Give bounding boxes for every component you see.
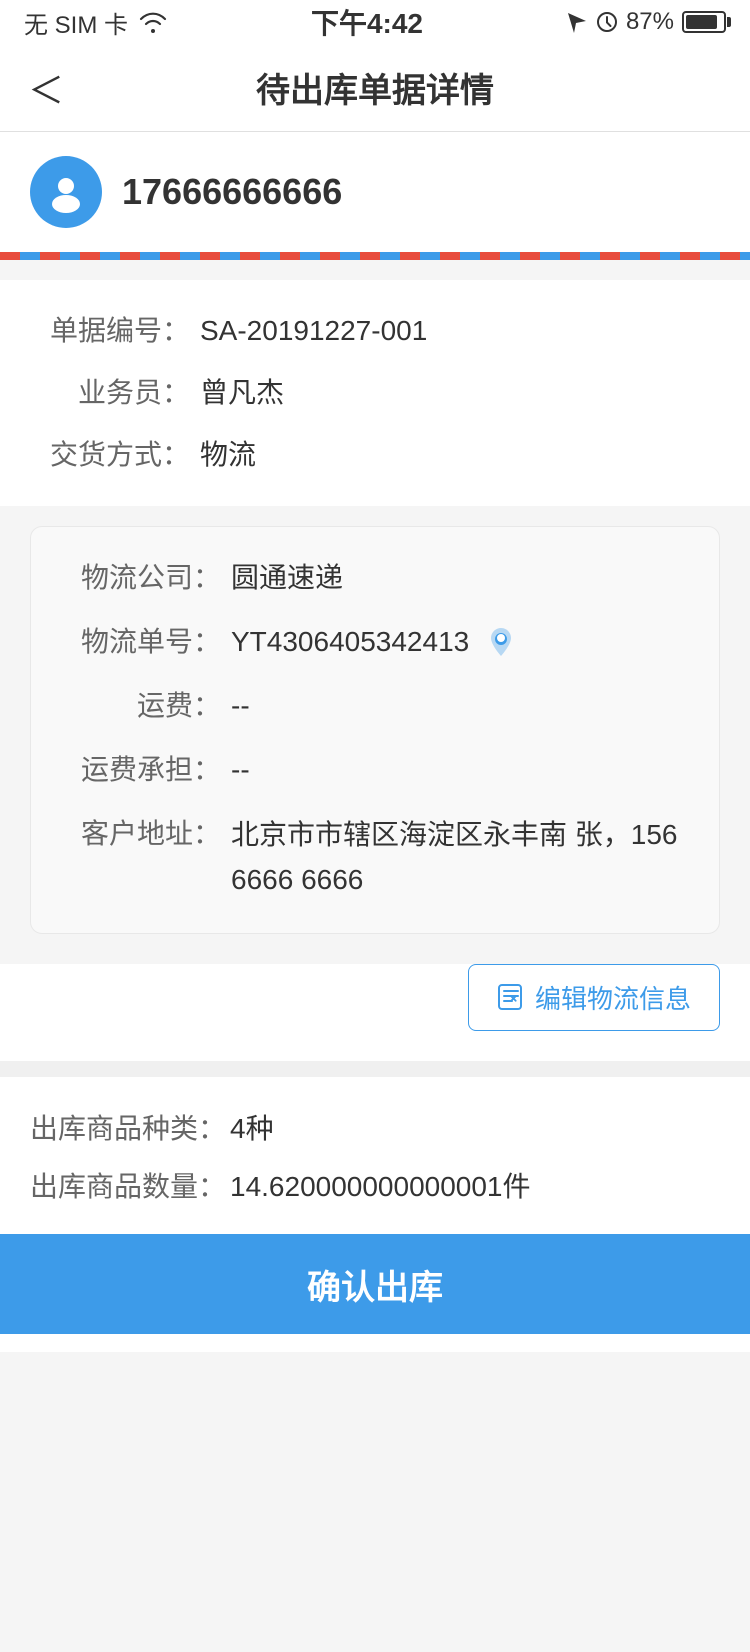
status-bar-time: 下午4:42 bbox=[311, 2, 423, 42]
freight-bearer-label: 运费承担： bbox=[61, 749, 221, 791]
wifi-icon bbox=[138, 11, 168, 33]
freight-value: -- bbox=[231, 685, 250, 727]
status-bar-left: 无 SIM 卡 bbox=[24, 5, 168, 40]
edit-icon bbox=[497, 983, 525, 1011]
delivery-method-value: 物流 bbox=[200, 434, 256, 476]
logistics-company-row: 物流公司： 圆通速递 bbox=[61, 557, 689, 599]
salesman-label: 业务员： bbox=[30, 372, 190, 414]
confirm-button[interactable]: 确认出库 bbox=[0, 1234, 750, 1334]
goods-quantity-label: 出库商品数量： bbox=[30, 1165, 230, 1205]
confirm-btn-label: 确认出库 bbox=[307, 1260, 443, 1309]
logistics-card: 物流公司： 圆通速递 物流单号： YT43064053424​13 运费： --… bbox=[30, 526, 720, 934]
status-bar: 无 SIM 卡 下午4:42 87% bbox=[0, 0, 750, 44]
freight-label: 运费： bbox=[61, 685, 221, 727]
location-arrow-icon bbox=[566, 11, 588, 33]
logistics-company-label: 物流公司： bbox=[61, 557, 221, 599]
goods-types-value: 4种 bbox=[230, 1107, 274, 1147]
freight-bearer-row: 运费承担： -- bbox=[61, 749, 689, 791]
delivery-method-row: 交货方式： 物流 bbox=[30, 434, 720, 476]
section-divider bbox=[0, 1061, 750, 1077]
battery-percent: 87% bbox=[626, 8, 674, 36]
order-info-section: 单据编号： SA-20191227-001 业务员： 曾凡杰 交货方式： 物流 bbox=[0, 280, 750, 506]
order-number-value: SA-20191227-001 bbox=[200, 310, 427, 352]
back-button[interactable]: ＜ bbox=[28, 62, 64, 114]
user-avatar-icon bbox=[44, 170, 88, 214]
goods-quantity-row: 出库商品数量： 14.620000000000001件 bbox=[30, 1165, 720, 1205]
tracking-location-icon[interactable] bbox=[483, 624, 519, 660]
delivery-method-label: 交货方式： bbox=[30, 434, 190, 476]
carrier-text: 无 SIM 卡 bbox=[24, 5, 128, 40]
logistics-company-value: 圆通速递 bbox=[231, 557, 343, 599]
user-section: 17666666666 bbox=[0, 132, 750, 252]
dashed-divider bbox=[0, 252, 750, 260]
edit-btn-label: 编辑物流信息 bbox=[535, 979, 691, 1016]
clock-icon bbox=[596, 11, 618, 33]
freight-bearer-value: -- bbox=[231, 749, 250, 791]
address-row: 客户地址： 北京市市辖区海淀区永丰南 张，156 6666 6666 bbox=[61, 813, 689, 903]
order-number-label: 单据编号： bbox=[30, 310, 190, 352]
user-phone: 17666666666 bbox=[122, 171, 342, 213]
address-label: 客户地址： bbox=[61, 813, 221, 855]
edit-btn-row: 编辑物流信息 bbox=[0, 964, 750, 1061]
nav-bar: ＜ 待出库单据详情 bbox=[0, 44, 750, 132]
tracking-number-row: 物流单号： YT43064053424​13 bbox=[61, 621, 689, 663]
page-title: 待出库单据详情 bbox=[256, 63, 494, 112]
tracking-label: 物流单号： bbox=[61, 621, 221, 663]
battery-icon bbox=[682, 11, 726, 33]
status-bar-right: 87% bbox=[566, 8, 726, 36]
tracking-value: YT43064053424​13 bbox=[231, 621, 519, 663]
freight-row: 运费： -- bbox=[61, 685, 689, 727]
edit-logistics-button[interactable]: 编辑物流信息 bbox=[468, 964, 720, 1031]
goods-types-label: 出库商品种类： bbox=[30, 1107, 230, 1147]
salesman-value: 曾凡杰 bbox=[200, 372, 284, 414]
address-value: 北京市市辖区海淀区永丰南 张，156 6666 6666 bbox=[231, 813, 689, 903]
order-number-row: 单据编号： SA-20191227-001 bbox=[30, 310, 720, 352]
goods-quantity-value: 14.620000000000001件 bbox=[230, 1165, 531, 1205]
avatar bbox=[30, 156, 102, 228]
goods-types-row: 出库商品种类： 4种 bbox=[30, 1107, 720, 1147]
salesman-row: 业务员： 曾凡杰 bbox=[30, 372, 720, 414]
goods-section: 出库商品种类： 4种 出库商品数量： 14.620000000000001件 bbox=[0, 1077, 750, 1235]
bottom-spacer bbox=[0, 1352, 750, 1552]
